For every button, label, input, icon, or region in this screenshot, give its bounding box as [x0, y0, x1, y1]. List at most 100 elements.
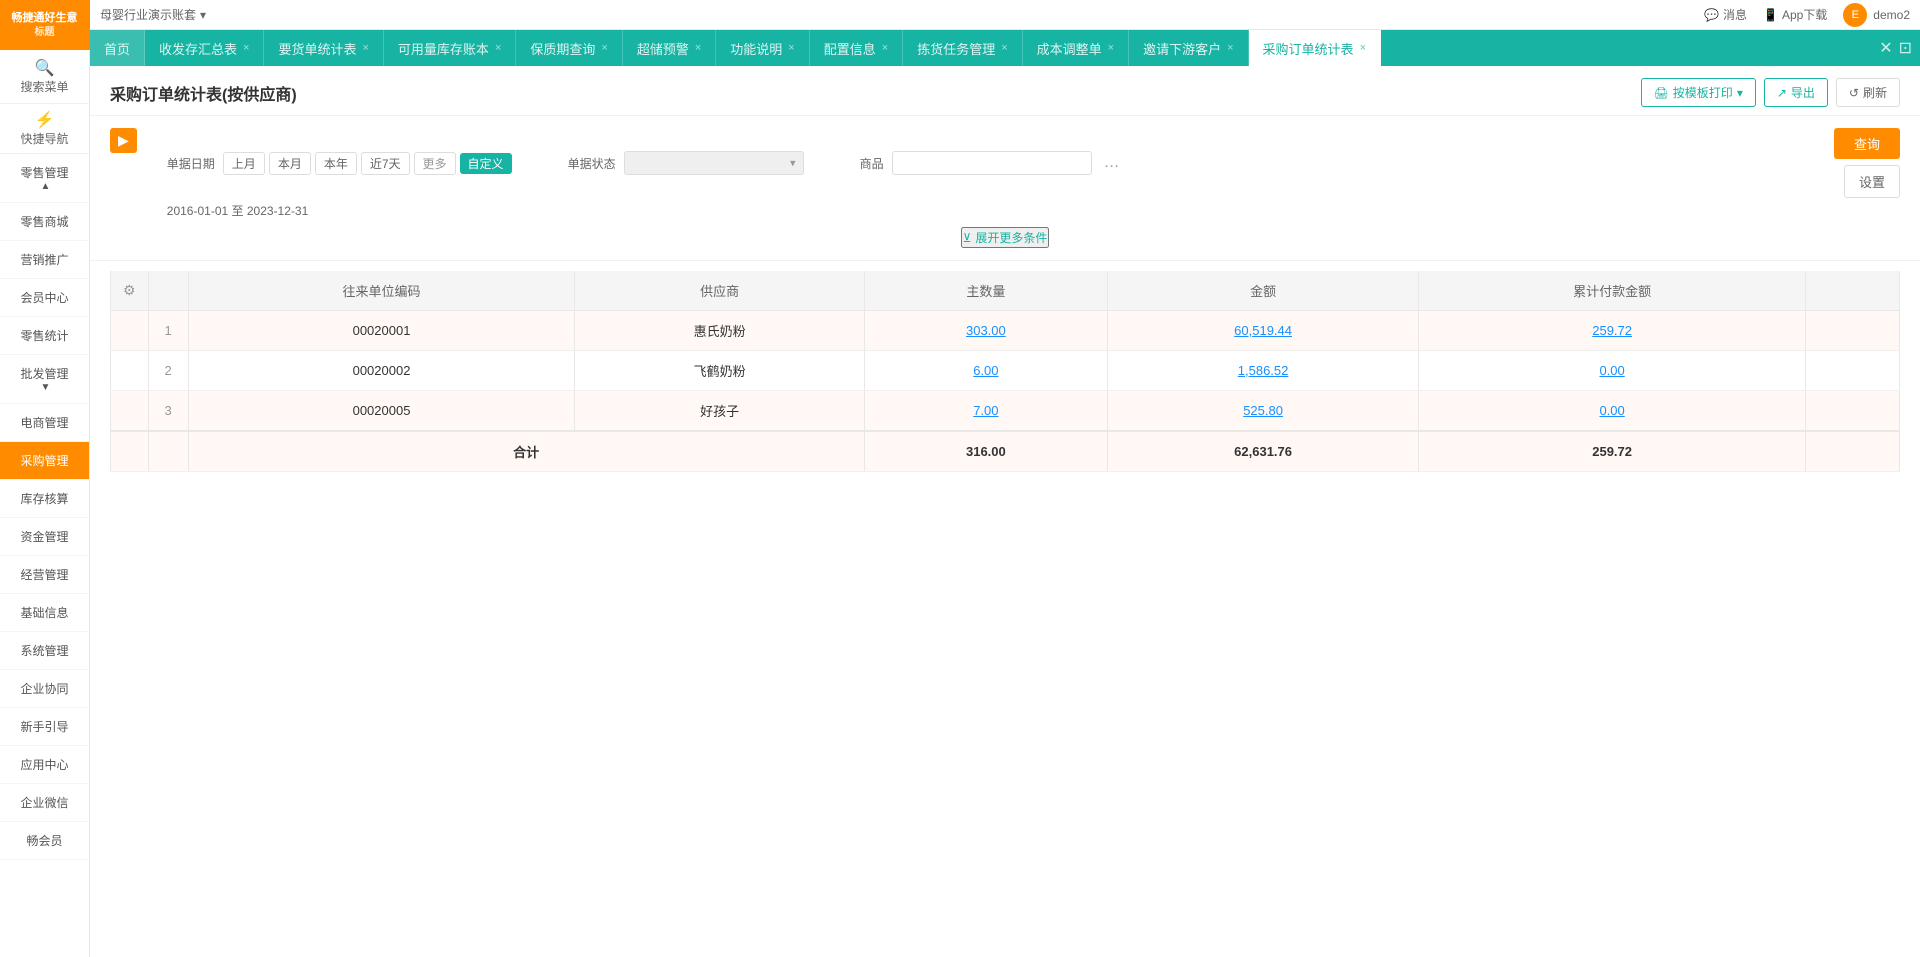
- date-btn-7days[interactable]: 近7天: [361, 152, 410, 175]
- status-select[interactable]: [624, 151, 804, 175]
- tab-close-inventory-book[interactable]: ×: [495, 42, 501, 54]
- tabbar-end: ✕ ⊡: [1879, 38, 1920, 58]
- row2-seq: 2: [148, 351, 188, 391]
- row3-seq: 3: [148, 391, 188, 432]
- tab-func-desc[interactable]: 功能说明 ×: [716, 30, 809, 66]
- row3-qty[interactable]: 7.00: [864, 391, 1107, 432]
- footer-settings: [111, 431, 149, 472]
- sidebar-item-shortcut[interactable]: ⚡ 快捷导航: [0, 104, 89, 154]
- sidebar-item-cooperation[interactable]: 企业协同: [0, 670, 89, 708]
- col-paid: 累计付款金额: [1419, 271, 1806, 311]
- sidebar-item-retail[interactable]: 零售管理 ▲: [0, 154, 89, 203]
- row3-paid[interactable]: 0.00: [1419, 391, 1806, 432]
- sidebar-item-app-center[interactable]: 应用中心: [0, 746, 89, 784]
- user-profile[interactable]: E demo2: [1843, 3, 1910, 27]
- sidebar-item-vip[interactable]: 畅会员: [0, 822, 89, 860]
- date-btn-last-month[interactable]: 上月: [223, 152, 265, 175]
- date-btn-this-year[interactable]: 本年: [315, 152, 357, 175]
- sidebar-item-inventory[interactable]: 库存核算: [0, 480, 89, 518]
- message-link[interactable]: 💬 消息: [1704, 6, 1747, 23]
- tab-overstock[interactable]: 超储预警 ×: [623, 30, 716, 66]
- col-settings[interactable]: ⚙: [111, 271, 149, 311]
- page-header: 采购订单统计表(按供应商) 🖨 按模板打印 ▾ ↗ 导出 ↺ 刷新: [90, 66, 1920, 116]
- sidebar-item-basics[interactable]: 基础信息: [0, 594, 89, 632]
- col-qty: 主数量: [864, 271, 1107, 311]
- tab-close-overstock[interactable]: ×: [695, 42, 701, 54]
- sidebar-item-retail-mall[interactable]: 零售商城: [0, 203, 89, 241]
- date-btn-this-month[interactable]: 本月: [269, 152, 311, 175]
- sidebar-item-guide[interactable]: 新手引导: [0, 708, 89, 746]
- tab-inventory-book[interactable]: 可用量库存账本 ×: [384, 30, 516, 66]
- tab-invite[interactable]: 邀请下游客户 ×: [1129, 30, 1248, 66]
- tab-close-receivable[interactable]: ×: [243, 42, 249, 54]
- tab-picking[interactable]: 拣货任务管理 ×: [903, 30, 1022, 66]
- tab-close-expiry[interactable]: ×: [601, 42, 607, 54]
- print-icon: 🖨: [1654, 86, 1669, 100]
- goods-input[interactable]: [892, 151, 1092, 175]
- sidebar-item-ecommerce[interactable]: 电商管理: [0, 404, 89, 442]
- row3-code: 00020005: [188, 391, 575, 432]
- tabbar: 首页 收发存汇总表 × 要货单统计表 × 可用量库存账本 × 保质期查询 × 超…: [90, 30, 1920, 66]
- workspace-dropdown-icon[interactable]: ▾: [200, 8, 206, 22]
- workspace-selector[interactable]: 母婴行业演示账套 ▾: [100, 6, 206, 23]
- date-custom-badge[interactable]: 自定义: [460, 153, 512, 174]
- goods-more-icon[interactable]: …: [1104, 154, 1120, 172]
- row1-qty[interactable]: 303.00: [864, 311, 1107, 351]
- row1-paid[interactable]: 259.72: [1419, 311, 1806, 351]
- tab-close-func-desc[interactable]: ×: [788, 42, 794, 54]
- sidebar-item-marketing[interactable]: 营销推广: [0, 241, 89, 279]
- tab-close-purchase-stat[interactable]: ×: [1360, 42, 1366, 54]
- row2-amount[interactable]: 1,586.52: [1108, 351, 1419, 391]
- tab-home[interactable]: 首页: [90, 30, 145, 66]
- app-download-link[interactable]: 📱 App下载: [1763, 6, 1827, 23]
- sidebar-item-wholesale[interactable]: 批发管理 ▼: [0, 355, 89, 404]
- tab-config[interactable]: 配置信息 ×: [810, 30, 903, 66]
- row2-qty[interactable]: 6.00: [864, 351, 1107, 391]
- settings-button[interactable]: 设置: [1844, 165, 1900, 198]
- tab-close-goods-stat[interactable]: ×: [362, 42, 368, 54]
- sidebar-item-operation[interactable]: 经营管理: [0, 556, 89, 594]
- row2-code: 00020002: [188, 351, 575, 391]
- tab-close-all-icon[interactable]: ✕: [1879, 38, 1892, 58]
- status-filter: 单据状态: [568, 151, 804, 175]
- row3-amount[interactable]: 525.80: [1108, 391, 1419, 432]
- footer-label: 合计: [188, 431, 864, 472]
- row2-settings: [111, 351, 149, 391]
- tab-purchase-stat[interactable]: 采购订单统计表 ×: [1249, 30, 1381, 66]
- tab-close-cost-adjust[interactable]: ×: [1108, 42, 1114, 54]
- tab-close-config[interactable]: ×: [882, 42, 888, 54]
- sidebar-item-search[interactable]: 🔍 搜索菜单: [0, 50, 89, 104]
- expand-toggle-button[interactable]: ▶: [110, 128, 137, 153]
- sidebar-item-capital[interactable]: 资金管理: [0, 518, 89, 556]
- row2-empty: [1806, 351, 1900, 391]
- tab-goods-stat[interactable]: 要货单统计表 ×: [264, 30, 383, 66]
- column-settings-icon[interactable]: ⚙: [123, 282, 136, 298]
- query-button[interactable]: 查询: [1834, 128, 1900, 159]
- sidebar-item-member[interactable]: 会员中心: [0, 279, 89, 317]
- sidebar-item-system[interactable]: 系统管理: [0, 632, 89, 670]
- template-print-button[interactable]: 🖨 按模板打印 ▾: [1641, 78, 1756, 107]
- row2-paid[interactable]: 0.00: [1419, 351, 1806, 391]
- col-empty: [1806, 271, 1900, 311]
- expand-more-button[interactable]: ⊻ 展开更多条件: [961, 227, 1050, 248]
- refresh-button[interactable]: ↺ 刷新: [1836, 78, 1900, 107]
- page-actions: 🖨 按模板打印 ▾ ↗ 导出 ↺ 刷新: [1641, 78, 1900, 107]
- sidebar-item-retail-stat[interactable]: 零售统计: [0, 317, 89, 355]
- table-area: ⚙ 往来单位编码 供应商 主数量 金额 累计付款金额 1: [90, 271, 1920, 492]
- tab-close-picking[interactable]: ×: [1001, 42, 1007, 54]
- tab-expiry[interactable]: 保质期查询 ×: [516, 30, 622, 66]
- tab-receivable[interactable]: 收发存汇总表 ×: [145, 30, 264, 66]
- sidebar-item-purchase[interactable]: 采购管理: [0, 442, 89, 480]
- tab-menu-icon[interactable]: ⊡: [1899, 38, 1912, 58]
- tab-close-invite[interactable]: ×: [1227, 42, 1233, 54]
- filter-area: ▶ 单据日期 上月 本月 本年 近7天 更多 自定义: [90, 116, 1920, 261]
- table-row: 3 00020005 好孩子 7.00 525.80 0.00: [111, 391, 1900, 432]
- tab-cost-adjust[interactable]: 成本调整单 ×: [1023, 30, 1129, 66]
- sidebar-item-wechat[interactable]: 企业微信: [0, 784, 89, 822]
- sidebar: 畅捷通好生意 标题 🔍 搜索菜单 ⚡ 快捷导航 零售管理 ▲ 零售商城 营销推广…: [0, 0, 90, 957]
- date-quick-buttons: 上月 本月 本年 近7天 更多 自定义: [223, 152, 512, 175]
- export-button[interactable]: ↗ 导出: [1764, 78, 1828, 107]
- footer-amount: 62,631.76: [1108, 431, 1419, 472]
- row1-amount[interactable]: 60,519.44: [1108, 311, 1419, 351]
- date-btn-more[interactable]: 更多: [414, 152, 456, 175]
